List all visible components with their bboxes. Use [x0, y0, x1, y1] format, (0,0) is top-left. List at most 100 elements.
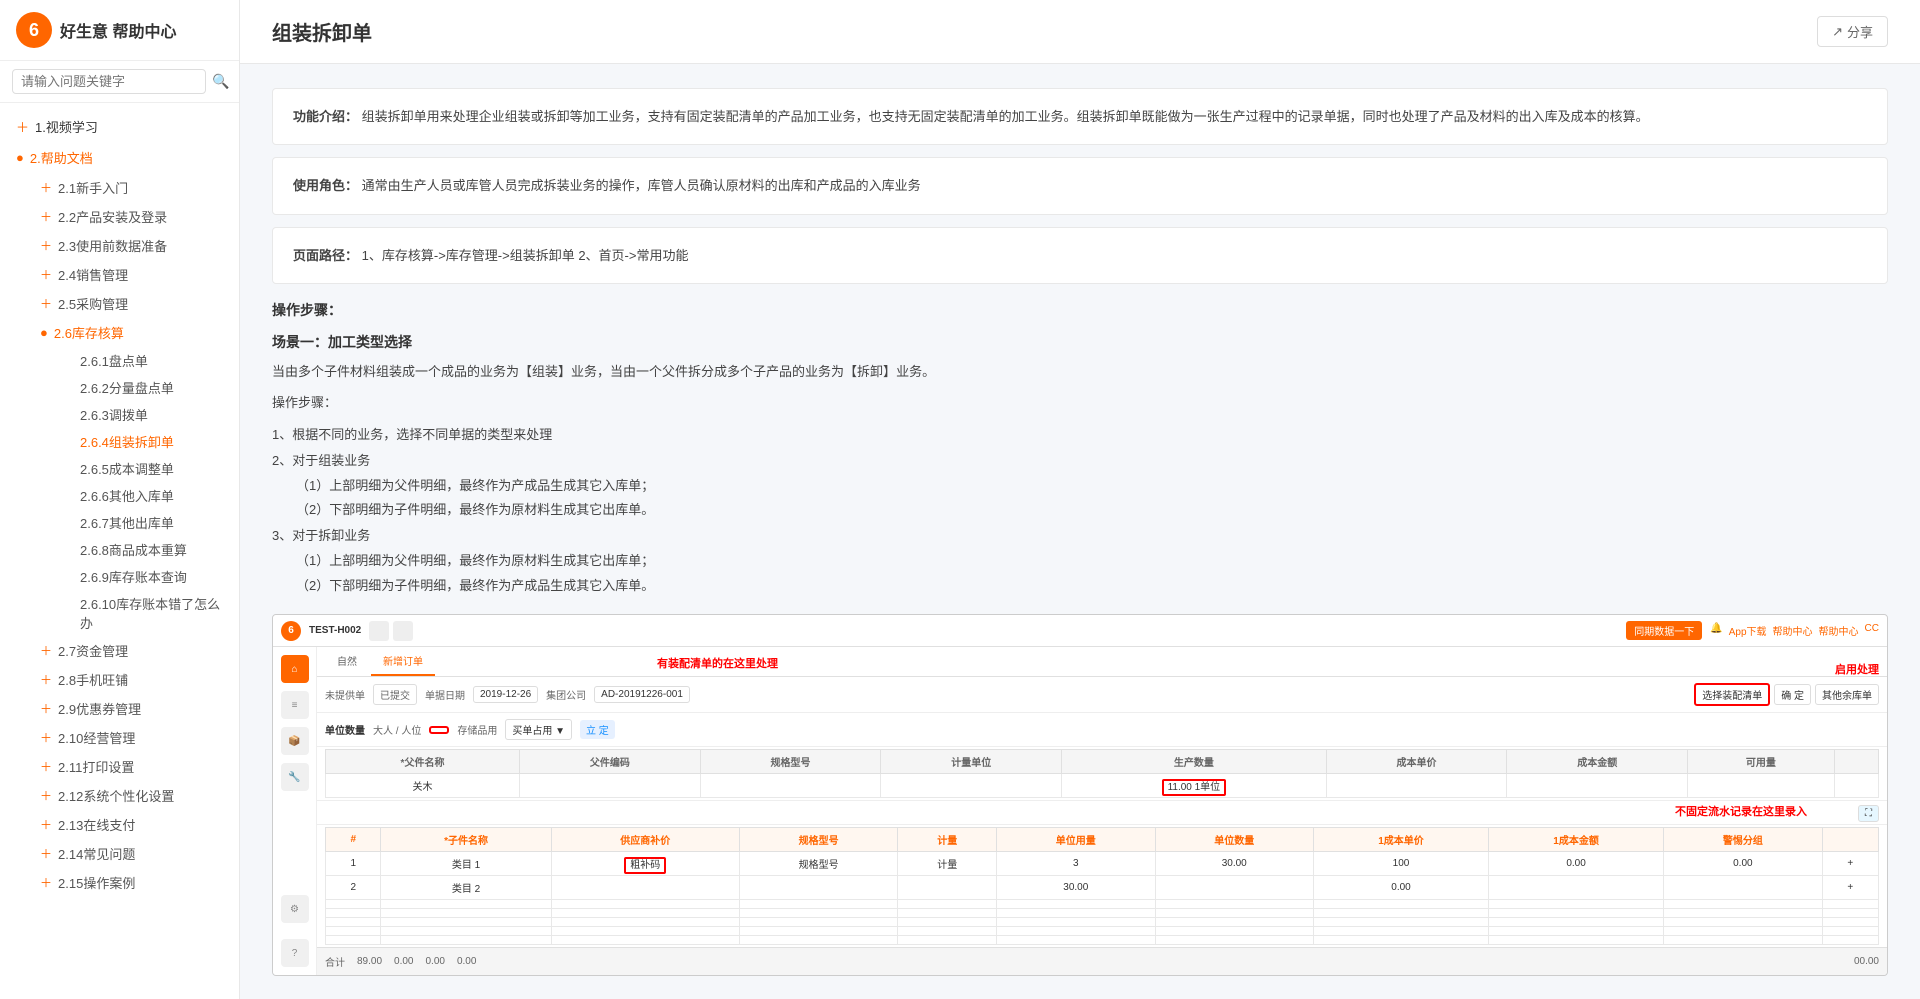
ss-total-val1: 89.00 [357, 956, 382, 967]
main-content: 组装拆卸单 ↗ 分享 功能介绍： 组装拆卸单用来处理企业组装或拆卸等加工业务，支… [240, 0, 1920, 999]
nav-child-label: 2.12系统个性化设置 [58, 786, 174, 805]
sidebar-item-cost-adjust[interactable]: 2.6.5成本调整单 [40, 455, 239, 482]
sidebar-item-ledger-error[interactable]: 2.6.10库存账本错了怎么办 [40, 590, 239, 636]
ss-total-val2: 0.00 [394, 956, 413, 967]
ss-main: 自然 新增订单 未提供单 已提交 单据日期 2019-12-26 集团公司 AD… [317, 647, 1887, 975]
ss-tab-natural[interactable]: 自然 [325, 647, 369, 676]
sidebar-item-docs[interactable]: ● 2.帮助文档 [0, 142, 239, 173]
search-icon[interactable]: 🔍 [212, 73, 229, 90]
assembly-step-1: （1）上部明细为父件明细，最终作为产成品生成其它入库单； [296, 474, 1888, 499]
ss-sidebar: ⌂ ≡ 📦 🔧 ⚙ ? [273, 647, 317, 975]
sidebar-item-inventory[interactable]: ● 2.6库存核算 [28, 318, 239, 347]
share-button[interactable]: ↗ 分享 [1817, 16, 1888, 47]
assembly-steps: （1）上部明细为父件明细，最终作为产成品生成其它入库单； （2）下部明细为子件明… [272, 474, 1888, 523]
sidebar-item-cost-recalc[interactable]: 2.6.8商品成本重算 [40, 536, 239, 563]
nav-child-label: 2.3使用前数据准备 [58, 236, 167, 255]
disassembly-step-1: （1）上部明细为父件明细，最终作为原材料生成其它出库单； [296, 549, 1888, 574]
page-title: 组装拆卸单 [272, 17, 372, 46]
ss-sub-col-unit: 计量 [898, 828, 997, 852]
ss-date-val: 2019-12-26 [473, 686, 538, 703]
ss-type-dropdown[interactable]: 买单占用 ▼ [505, 719, 572, 740]
ss-apply-btn[interactable]: 立 定 [580, 720, 615, 739]
expand-icon: ＋ [40, 845, 52, 862]
sidebar-item-payment[interactable]: ＋ 2.13在线支付 [28, 810, 239, 839]
ss-lower-table-wrap: # *子件名称 供应商补价 规格型号 计量 单位用量 单位数量 1成本单价 1成… [317, 825, 1887, 947]
main-header: 组装拆卸单 ↗ 分享 [240, 0, 1920, 64]
table-row [326, 909, 1879, 918]
ss-sub-code-red[interactable]: 粗补码 [624, 857, 666, 874]
search-box[interactable]: 🔍 [0, 61, 239, 103]
ss-expand-icon[interactable]: ⛶ [1858, 805, 1879, 822]
sidebar-item-purchase[interactable]: ＋ 2.5采购管理 [28, 289, 239, 318]
sidebar-item-other-in[interactable]: 2.6.6其他入库单 [40, 482, 239, 509]
sidebar-item-stocktake[interactable]: 2.6.1盘点单 [40, 347, 239, 374]
sidebar-item-print[interactable]: ＋ 2.11打印设置 [28, 752, 239, 781]
assembly-step-2: （2）下部明细为子件明细，最终作为原材料生成其它出库单。 [296, 498, 1888, 523]
ss-assembly-list-btn[interactable]: 选择装配清单 [1694, 683, 1770, 706]
sidebar: 6 好生意 帮助中心 🔍 ＋ 1.视频学习 ● 2.帮助文档 ＋ 2.1新手入门… [0, 0, 240, 999]
expand-icon: ＋ [40, 208, 52, 225]
sidebar-item-partial-stocktake[interactable]: 2.6.2分量盘点单 [40, 374, 239, 401]
ss-col-qty: 生产数量 [1062, 750, 1327, 774]
screenshot-container: 6 TEST-H002 同期数据一下 🔔 App下载 帮助中心 帮助中心 CC [272, 614, 1888, 976]
search-input[interactable] [12, 69, 206, 94]
nav-child-label: 2.2产品安装及登录 [58, 207, 167, 226]
ss-sidebar-bottom2: ? [281, 939, 309, 967]
sidebar-item-video[interactable]: ＋ 1.视频学习 [0, 111, 239, 142]
ss-qty-input-red[interactable]: 11.00 1单位 [1162, 779, 1227, 796]
sidebar-item-case[interactable]: ＋ 2.15操作案例 [28, 868, 239, 897]
ss-cancel-btn[interactable]: 其他余库单 [1815, 684, 1879, 705]
function-intro-block: 功能介绍： 组装拆卸单用来处理企业组装或拆卸等加工业务，支持有固定装配清单的产品… [272, 88, 1888, 145]
ss-sub-col-group: 警惕分组 [1664, 828, 1822, 852]
sidebar-item-install[interactable]: ＋ 2.2产品安装及登录 [28, 202, 239, 231]
sidebar-item-assembly[interactable]: 2.6.4组装拆卸单 [40, 428, 239, 455]
ss-type-input-red[interactable] [429, 726, 449, 734]
ss-total-val4: 0.00 [457, 956, 476, 967]
nav-children-docs: ＋ 2.1新手入门 ＋ 2.2产品安装及登录 ＋ 2.3使用前数据准备 ＋ 2.… [0, 173, 239, 897]
sidebar-item-ledger-query[interactable]: 2.6.9库存账本查询 [40, 563, 239, 590]
ss-sub-col-unit-usage: 单位用量 [997, 828, 1155, 852]
ss-confirm-btn[interactable]: 确 定 [1774, 684, 1811, 705]
ss-sub-col-seq: # [326, 828, 381, 852]
sidebar-item-beginner[interactable]: ＋ 2.1新手入门 [28, 173, 239, 202]
table-row [326, 927, 1879, 936]
sidebar-item-faq[interactable]: ＋ 2.14常见问题 [28, 839, 239, 868]
sidebar-item-other-out[interactable]: 2.6.7其他出库单 [40, 509, 239, 536]
ss-upper-table-wrap: *父件名称 父件编码 规格型号 计量单位 生产数量 成本单价 成本金额 可用量 [317, 747, 1887, 801]
ss-sub-col-spec: 规格型号 [739, 828, 897, 852]
sidebar-item-finance[interactable]: ＋ 2.7资金管理 [28, 636, 239, 665]
ss-app-logo: 6 [281, 621, 301, 641]
ss-nav-btn1 [369, 621, 389, 641]
ss-cell-actions [1834, 774, 1878, 798]
ss-nav-btn2 [393, 621, 413, 641]
table-row: 2 类目 2 30.00 0.00 [326, 876, 1879, 900]
ss-sidebar-icon2: 📦 [281, 727, 309, 755]
sidebar-item-ops[interactable]: ＋ 2.10经营管理 [28, 723, 239, 752]
sidebar-item-mobile[interactable]: ＋ 2.8手机旺铺 [28, 665, 239, 694]
nav-child-label: 2.10经营管理 [58, 728, 135, 747]
sidebar-item-coupon[interactable]: ＋ 2.9优惠券管理 [28, 694, 239, 723]
disassembly-steps: （1）上部明细为父件明细，最终作为原材料生成其它出库单； （2）下部明细为子件明… [272, 549, 1888, 598]
ss-col-cost-amount: 成本金额 [1507, 750, 1688, 774]
step-1: 1、根据不同的业务，选择不同单据的类型来处理 [272, 422, 1888, 448]
sidebar-item-sales[interactable]: ＋ 2.4销售管理 [28, 260, 239, 289]
ss-sub-col-name: *子件名称 [381, 828, 551, 852]
sidebar-item-custom[interactable]: ＋ 2.12系统个性化设置 [28, 781, 239, 810]
nav-child-label: 2.4销售管理 [58, 265, 128, 284]
sidebar-item-transfer[interactable]: 2.6.3调拨单 [40, 401, 239, 428]
sidebar-item-data-prep[interactable]: ＋ 2.3使用前数据准备 [28, 231, 239, 260]
expand-icon: ＋ [40, 266, 52, 283]
ss-sync-btn: 同期数据一下 [1626, 621, 1702, 640]
content-area: 功能介绍： 组装拆卸单用来处理企业组装或拆卸等加工业务，支持有固定装配清单的产品… [240, 64, 1920, 999]
expand-icon: ＋ [40, 179, 52, 196]
ss-sidebar-icon1: ≡ [281, 691, 309, 719]
ss-cell-code [520, 774, 701, 798]
nav-child-label: 2.9优惠券管理 [58, 699, 141, 718]
nav-child-label: 2.14常见问题 [58, 844, 135, 863]
ss-col-action [1834, 750, 1878, 774]
ss-tab-new-order[interactable]: 新增订单 [371, 647, 435, 676]
ss-cell-unit [881, 774, 1062, 798]
ss-date-label: 单据日期 [425, 687, 465, 702]
annotation-text-2: 启用处理 [1835, 661, 1879, 677]
expand-icon: ＋ [40, 758, 52, 775]
